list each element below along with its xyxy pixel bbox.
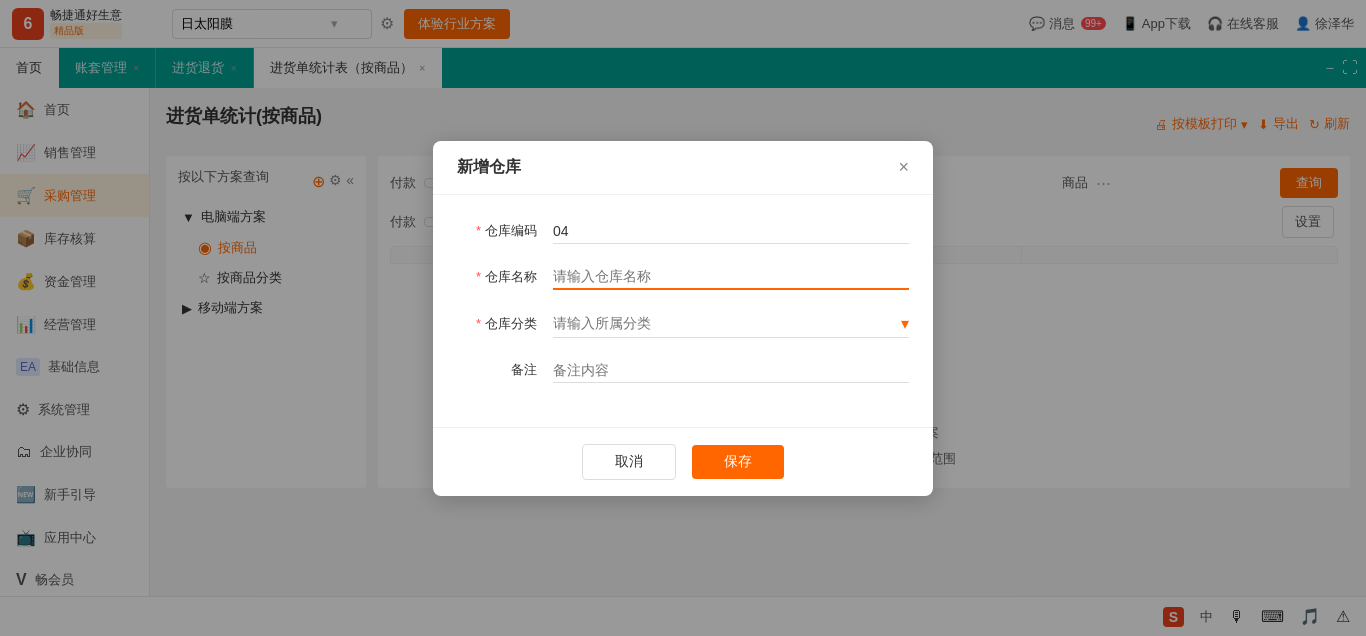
modal-title: 新增仓库 [457, 157, 521, 178]
form-row-name: 仓库名称 [457, 264, 909, 290]
warehouse-name-input[interactable] [553, 264, 909, 290]
warehouse-category-select[interactable]: ▾ [553, 310, 909, 338]
cancel-button[interactable]: 取消 [582, 444, 676, 480]
modal-body: 仓库编码 仓库名称 仓库分类 ▾ 备注 [433, 195, 933, 427]
form-row-code: 仓库编码 [457, 219, 909, 244]
modal-overlay[interactable]: 新增仓库 × 仓库编码 仓库名称 仓库分类 ▾ [0, 0, 1366, 636]
modal-footer: 取消 保存 [433, 427, 933, 496]
warehouse-category-label: 仓库分类 [457, 315, 537, 333]
modal-close-btn[interactable]: × [898, 157, 909, 178]
warehouse-code-input[interactable] [553, 219, 909, 244]
modal-header: 新增仓库 × [433, 141, 933, 195]
form-row-remark: 备注 [457, 358, 909, 383]
save-button[interactable]: 保存 [692, 445, 784, 479]
warehouse-code-label: 仓库编码 [457, 222, 537, 240]
warehouse-name-label: 仓库名称 [457, 268, 537, 286]
category-dropdown-icon[interactable]: ▾ [901, 314, 909, 333]
warehouse-category-input[interactable] [553, 315, 901, 331]
form-row-category: 仓库分类 ▾ [457, 310, 909, 338]
warehouse-modal: 新增仓库 × 仓库编码 仓库名称 仓库分类 ▾ [433, 141, 933, 496]
remark-input[interactable] [553, 358, 909, 383]
remark-label: 备注 [457, 361, 537, 379]
